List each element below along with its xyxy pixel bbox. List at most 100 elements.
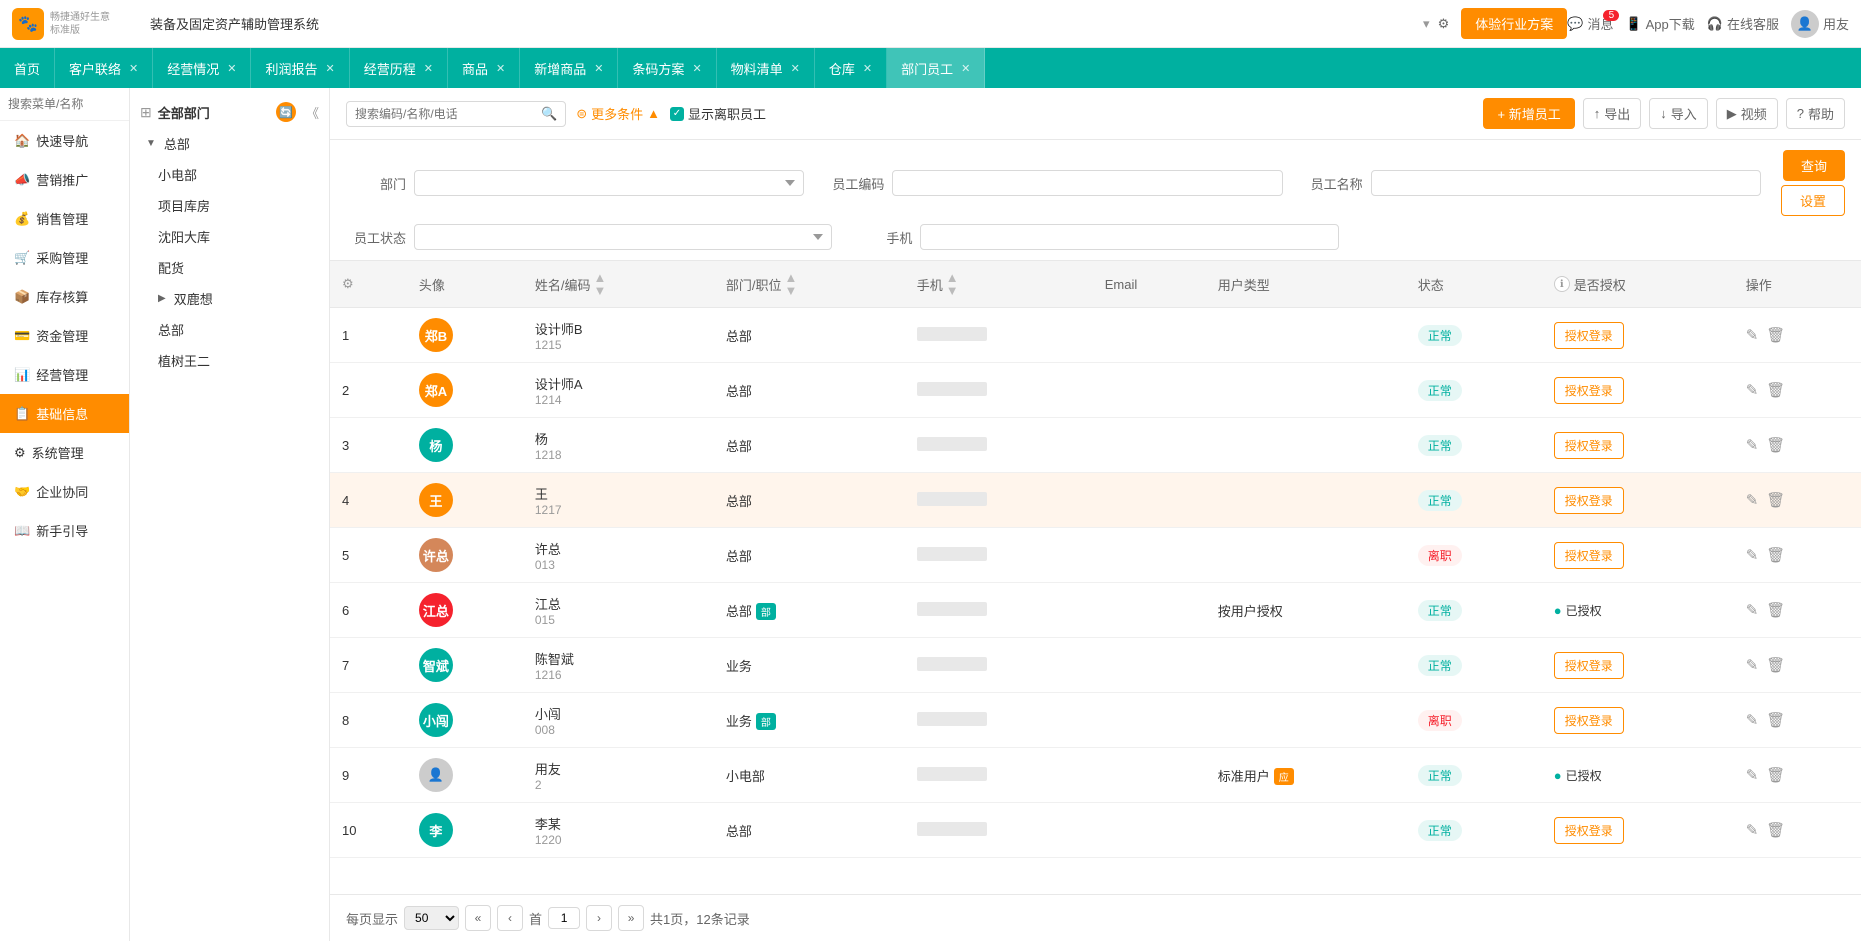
query-button[interactable]: 查询	[1783, 150, 1845, 181]
tree-collapse-button[interactable]: 🔄	[276, 102, 296, 122]
edit-icon[interactable]: ✎	[1746, 656, 1759, 674]
delete-icon[interactable]: 🗑	[1766, 546, 1785, 564]
tree-item-headquarters-sub[interactable]: 总部	[130, 314, 329, 345]
message-button[interactable]: 💬 消息 5	[1567, 14, 1613, 33]
sidebar-item-enterprise[interactable]: 🤝 企业协同	[0, 472, 129, 511]
delete-icon[interactable]: 🗑	[1766, 436, 1785, 454]
tab-bom[interactable]: 物料清单 ✕	[717, 48, 815, 88]
phone-input[interactable]	[920, 224, 1338, 250]
tree-item-project[interactable]: 项目库房	[130, 190, 329, 221]
first-page-button[interactable]: «	[465, 905, 491, 931]
delete-icon[interactable]: 🗑	[1766, 326, 1785, 344]
tab-profit[interactable]: 利润报告 ✕	[251, 48, 349, 88]
th-settings[interactable]: ⚙	[330, 261, 407, 308]
help-button[interactable]: ? 帮助	[1786, 98, 1845, 129]
emp-name-input[interactable]	[1371, 170, 1761, 196]
close-icon[interactable]: ✕	[961, 62, 970, 75]
edit-icon[interactable]: ✎	[1746, 711, 1759, 729]
show-resigned-checkbox[interactable]: ✓ 显示离职员工	[670, 104, 766, 123]
auth-login-button[interactable]: 授权登录	[1554, 487, 1624, 514]
tab-barcode[interactable]: 条码方案 ✕	[618, 48, 716, 88]
dept-select[interactable]	[414, 170, 804, 196]
page-number-input[interactable]	[548, 907, 580, 929]
tab-goods[interactable]: 商品 ✕	[448, 48, 520, 88]
edit-icon[interactable]: ✎	[1746, 381, 1759, 399]
sidebar-item-purchase[interactable]: 🛒 采购管理	[0, 238, 129, 277]
auth-login-button[interactable]: 授权登录	[1554, 817, 1624, 844]
sidebar-item-operation[interactable]: 📊 经营管理	[0, 355, 129, 394]
close-icon[interactable]: ✕	[496, 62, 505, 75]
online-service-button[interactable]: 🎧 在线客服	[1707, 14, 1779, 33]
delete-icon[interactable]: 🗑	[1766, 821, 1785, 839]
try-solution-button[interactable]: 体验行业方案	[1461, 8, 1567, 39]
close-icon[interactable]: ✕	[594, 62, 603, 75]
export-button[interactable]: ↑ 导出	[1583, 98, 1642, 129]
sidebar-item-quick-nav[interactable]: 🏠 快速导航	[0, 121, 129, 160]
sidebar-item-sales[interactable]: 💰 销售管理	[0, 199, 129, 238]
tree-item-shuanglu[interactable]: ▶双鹿想	[130, 283, 329, 314]
th-name[interactable]: 姓名/编码 ▲▼	[523, 261, 714, 308]
last-page-button[interactable]: »	[618, 905, 644, 931]
tab-warehouse[interactable]: 仓库 ✕	[815, 48, 887, 88]
tree-item-zhishu[interactable]: 植树王二	[130, 345, 329, 376]
sidebar-item-basic-info[interactable]: 📋 基础信息	[0, 394, 129, 433]
settings-icon[interactable]: ⚙	[342, 276, 354, 291]
status-select[interactable]	[414, 224, 832, 250]
edit-icon[interactable]: ✎	[1746, 821, 1759, 839]
emp-code-input[interactable]	[892, 170, 1282, 196]
dropdown-arrow-icon[interactable]: ▾	[1423, 16, 1430, 32]
th-dept[interactable]: 部门/职位 ▲▼	[714, 261, 905, 308]
app-download-button[interactable]: 📱 App下载	[1625, 14, 1694, 33]
sidebar-item-capital[interactable]: 💳 资金管理	[0, 316, 129, 355]
per-page-select[interactable]: 50 100 200	[404, 906, 459, 930]
tab-operation[interactable]: 经营情况 ✕	[153, 48, 251, 88]
sidebar-item-inventory[interactable]: 📦 库存核算	[0, 277, 129, 316]
edit-icon[interactable]: ✎	[1746, 546, 1759, 564]
view-button[interactable]: ▶ 视频	[1716, 98, 1778, 129]
tab-department[interactable]: 部门员工 ✕	[887, 48, 985, 88]
tab-process[interactable]: 经营历程 ✕	[350, 48, 448, 88]
auth-login-button[interactable]: 授权登录	[1554, 542, 1624, 569]
edit-icon[interactable]: ✎	[1746, 601, 1759, 619]
tab-add-goods[interactable]: 新增商品 ✕	[520, 48, 618, 88]
sidebar-item-marketing[interactable]: 📣 营销推广	[0, 160, 129, 199]
add-employee-button[interactable]: + 新增员工	[1483, 98, 1574, 129]
close-icon[interactable]: ✕	[863, 62, 872, 75]
tree-item-peihuo[interactable]: 配货	[130, 252, 329, 283]
auth-login-button[interactable]: 授权登录	[1554, 652, 1624, 679]
tab-customer[interactable]: 客户联络 ✕	[55, 48, 153, 88]
sidebar-search-input[interactable]	[8, 97, 130, 111]
tab-home[interactable]: 首页	[0, 48, 55, 88]
edit-icon[interactable]: ✎	[1746, 491, 1759, 509]
collapse-panel-icon[interactable]: 《	[306, 103, 319, 122]
search-icon[interactable]: 🔍	[541, 106, 557, 122]
close-icon[interactable]: ✕	[692, 62, 701, 75]
close-icon[interactable]: ✕	[227, 62, 236, 75]
auth-login-button[interactable]: 授权登录	[1554, 432, 1624, 459]
auth-login-button[interactable]: 授权登录	[1554, 322, 1624, 349]
sidebar-item-guide[interactable]: 📖 新手引导	[0, 511, 129, 550]
delete-icon[interactable]: 🗑	[1766, 601, 1785, 619]
edit-icon[interactable]: ✎	[1746, 766, 1759, 784]
sidebar-item-system[interactable]: ⚙ 系统管理	[0, 433, 129, 472]
next-page-button[interactable]: ›	[586, 905, 612, 931]
delete-icon[interactable]: 🗑	[1766, 491, 1785, 509]
set-button[interactable]: 设置	[1781, 185, 1845, 216]
close-icon[interactable]: ✕	[424, 62, 433, 75]
auth-login-button[interactable]: 授权登录	[1554, 707, 1624, 734]
edit-icon[interactable]: ✎	[1746, 326, 1759, 344]
delete-icon[interactable]: 🗑	[1766, 381, 1785, 399]
import-button[interactable]: ↓ 导入	[1649, 98, 1708, 129]
tree-item-xiao-dian[interactable]: 小电部	[130, 159, 329, 190]
search-input[interactable]	[355, 107, 535, 121]
th-phone[interactable]: 手机 ▲▼	[905, 261, 1093, 308]
delete-icon[interactable]: 🗑	[1766, 766, 1785, 784]
delete-icon[interactable]: 🗑	[1766, 711, 1785, 729]
close-icon[interactable]: ✕	[791, 62, 800, 75]
tree-item-shenyang[interactable]: 沈阳大库	[130, 221, 329, 252]
edit-icon[interactable]: ✎	[1746, 436, 1759, 454]
user-button[interactable]: 👤 用友	[1791, 10, 1849, 38]
settings-icon-top[interactable]: ⚙	[1438, 16, 1450, 32]
more-conditions-button[interactable]: ⊜ 更多条件 ▲	[576, 104, 660, 123]
delete-icon[interactable]: 🗑	[1766, 656, 1785, 674]
